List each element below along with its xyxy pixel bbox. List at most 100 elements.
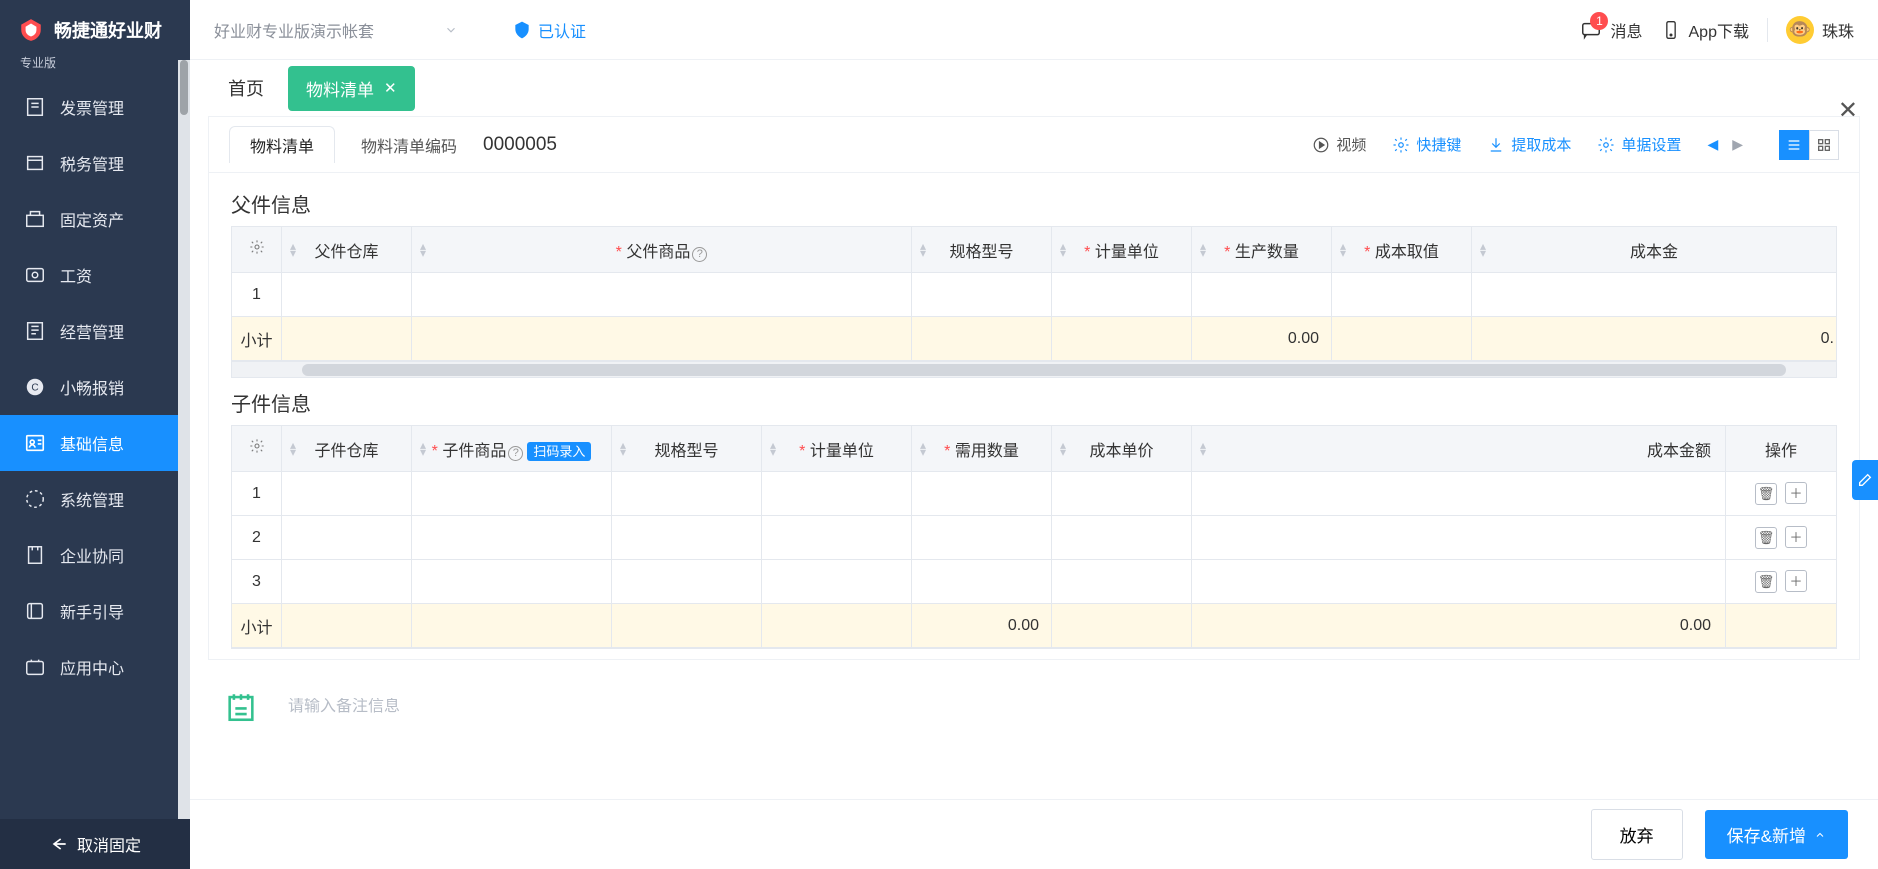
system-icon	[24, 488, 46, 510]
sidebar-item-appcenter[interactable]: 应用中心	[0, 639, 190, 695]
next-button[interactable]: ▶	[1732, 136, 1743, 153]
card-tab[interactable]: 物料清单	[229, 126, 335, 163]
collab-icon	[24, 544, 46, 566]
doc-code-value: 0000005	[483, 134, 557, 156]
gear-column[interactable]	[232, 426, 282, 472]
sidebar-item-salary[interactable]: 工资	[0, 247, 190, 303]
view-form-button[interactable]	[1809, 130, 1839, 160]
col-cost-method[interactable]: ▴▾成本取值	[1332, 227, 1472, 273]
doc-setting-link[interactable]: 单据设置	[1597, 134, 1681, 155]
extract-cost-link[interactable]: 提取成本	[1487, 134, 1571, 155]
gear-icon	[1392, 136, 1410, 154]
tabbar: 首页 物料清单 ✕	[190, 60, 1878, 116]
extract-icon	[1487, 136, 1505, 154]
sidebar-item-basic-info[interactable]: 基础信息	[0, 415, 190, 471]
verified-badge[interactable]: 已认证	[512, 18, 586, 42]
sidebar-item-system[interactable]: 系统管理	[0, 471, 190, 527]
sidebar-item-label: 系统管理	[60, 487, 124, 511]
col-unit-cost[interactable]: ▴▾成本单价	[1052, 426, 1192, 472]
view-list-button[interactable]	[1779, 130, 1809, 160]
col-unit[interactable]: ▴▾计量单位	[1052, 227, 1192, 273]
brand-name: 畅捷通好业财	[54, 17, 162, 43]
chevron-up-icon	[1814, 829, 1826, 841]
gear-icon	[249, 239, 265, 255]
sidebar-item-guide[interactable]: 新手引导	[0, 583, 190, 639]
sidebar-item-invoice[interactable]: 发票管理	[0, 79, 190, 135]
user-menu[interactable]: 🐵 珠珠	[1786, 16, 1854, 44]
table-row[interactable]: 1	[232, 273, 1836, 317]
list-icon	[1786, 137, 1802, 153]
table-row[interactable]: 3🗑＋	[232, 560, 1836, 604]
sidebar-item-collab[interactable]: 企业协同	[0, 527, 190, 583]
add-row-button[interactable]: ＋	[1785, 482, 1807, 504]
col-cost-amount[interactable]: ▴▾成本金额	[1192, 426, 1726, 472]
table-row[interactable]: 2🗑＋	[232, 516, 1836, 560]
add-row-button[interactable]: ＋	[1785, 570, 1807, 592]
verified-label: 已认证	[538, 18, 586, 42]
table-row[interactable]: 1🗑＋	[232, 472, 1836, 516]
messages-button[interactable]: 1 消息	[1580, 18, 1642, 42]
gear-icon	[249, 438, 265, 454]
col-child-product[interactable]: ▴▾子件商品?扫码录入	[412, 426, 612, 472]
h-scrollbar[interactable]	[231, 362, 1837, 378]
app-download-label: App下载	[1689, 18, 1749, 42]
asset-icon	[24, 208, 46, 230]
nav: 发票管理 税务管理 固定资产 工资 经营管理 C 小畅报销 基础信息 系统管理 企…	[0, 79, 190, 819]
scan-chip[interactable]: 扫码录入	[527, 442, 591, 461]
sidebar-scrollbar[interactable]	[178, 60, 190, 819]
basic-info-icon	[24, 432, 46, 454]
col-parent-product[interactable]: ▴▾父件商品?	[412, 227, 912, 273]
sidebar-item-label: 应用中心	[60, 655, 124, 679]
col-cost-amount[interactable]: ▴▾成本金	[1472, 227, 1836, 273]
guide-icon	[24, 600, 46, 622]
col-unit[interactable]: ▴▾计量单位	[762, 426, 912, 472]
child-section-title: 子件信息	[231, 388, 1837, 417]
note-icon	[224, 690, 258, 724]
add-row-button[interactable]: ＋	[1785, 526, 1807, 548]
edit-icon	[1857, 472, 1873, 488]
cancel-button[interactable]: 放弃	[1591, 809, 1683, 860]
help-icon[interactable]: ?	[508, 446, 523, 461]
sidebar-item-label: 经营管理	[60, 319, 124, 343]
brand-logo-icon	[18, 17, 44, 43]
help-icon[interactable]: ?	[692, 247, 707, 262]
gear-column[interactable]	[232, 227, 282, 273]
sidebar-item-operation[interactable]: 经营管理	[0, 303, 190, 359]
brand-edition: 专业版	[0, 54, 190, 79]
sidebar-item-label: 税务管理	[60, 151, 124, 175]
tab-home[interactable]: 首页	[218, 67, 274, 109]
col-need-qty[interactable]: ▴▾需用数量	[912, 426, 1052, 472]
right-drawer-button[interactable]	[1852, 460, 1878, 500]
app-download-button[interactable]: App下载	[1661, 18, 1749, 42]
col-spec[interactable]: ▴▾规格型号	[612, 426, 762, 472]
prev-button[interactable]: ◀	[1707, 136, 1718, 153]
unpin-button[interactable]: 取消固定	[0, 819, 190, 869]
close-icon[interactable]: ✕	[384, 79, 397, 97]
save-new-button[interactable]: 保存&新增	[1705, 810, 1848, 859]
tab-label: 物料清单	[306, 76, 374, 101]
col-qty[interactable]: ▴▾生产数量	[1192, 227, 1332, 273]
card-header: 物料清单 物料清单编码 0000005 视频 快捷键 提取成本	[209, 117, 1859, 173]
operation-icon	[24, 320, 46, 342]
child-table: ▴▾子件仓库 ▴▾子件商品?扫码录入 ▴▾规格型号 ▴▾计量单位 ▴▾需用数量 …	[231, 425, 1837, 649]
account-selector[interactable]: 好业财专业版演示帐套	[214, 18, 458, 42]
tabbar-close-button[interactable]: ✕	[1838, 96, 1858, 125]
col-child-warehouse[interactable]: ▴▾子件仓库	[282, 426, 412, 472]
sidebar-item-asset[interactable]: 固定资产	[0, 191, 190, 247]
col-parent-warehouse[interactable]: ▴▾父件仓库	[282, 227, 412, 273]
video-link[interactable]: 视频	[1312, 134, 1366, 155]
col-spec[interactable]: ▴▾规格型号	[912, 227, 1052, 273]
sidebar-item-label: 新手引导	[60, 599, 124, 623]
tab-material-list[interactable]: 物料清单 ✕	[288, 66, 415, 111]
remark-input[interactable]	[288, 698, 1844, 716]
sidebar-item-label: 小畅报销	[60, 375, 124, 399]
avatar: 🐵	[1786, 16, 1814, 44]
sidebar-item-expense[interactable]: C 小畅报销	[0, 359, 190, 415]
delete-row-button[interactable]: 🗑	[1755, 483, 1777, 505]
expense-icon: C	[24, 376, 46, 398]
delete-row-button[interactable]: 🗑	[1755, 571, 1777, 593]
shortcut-link[interactable]: 快捷键	[1392, 134, 1461, 155]
sidebar-item-tax[interactable]: 税务管理	[0, 135, 190, 191]
delete-row-button[interactable]: 🗑	[1755, 527, 1777, 549]
brand: 畅捷通好业财	[0, 0, 190, 60]
